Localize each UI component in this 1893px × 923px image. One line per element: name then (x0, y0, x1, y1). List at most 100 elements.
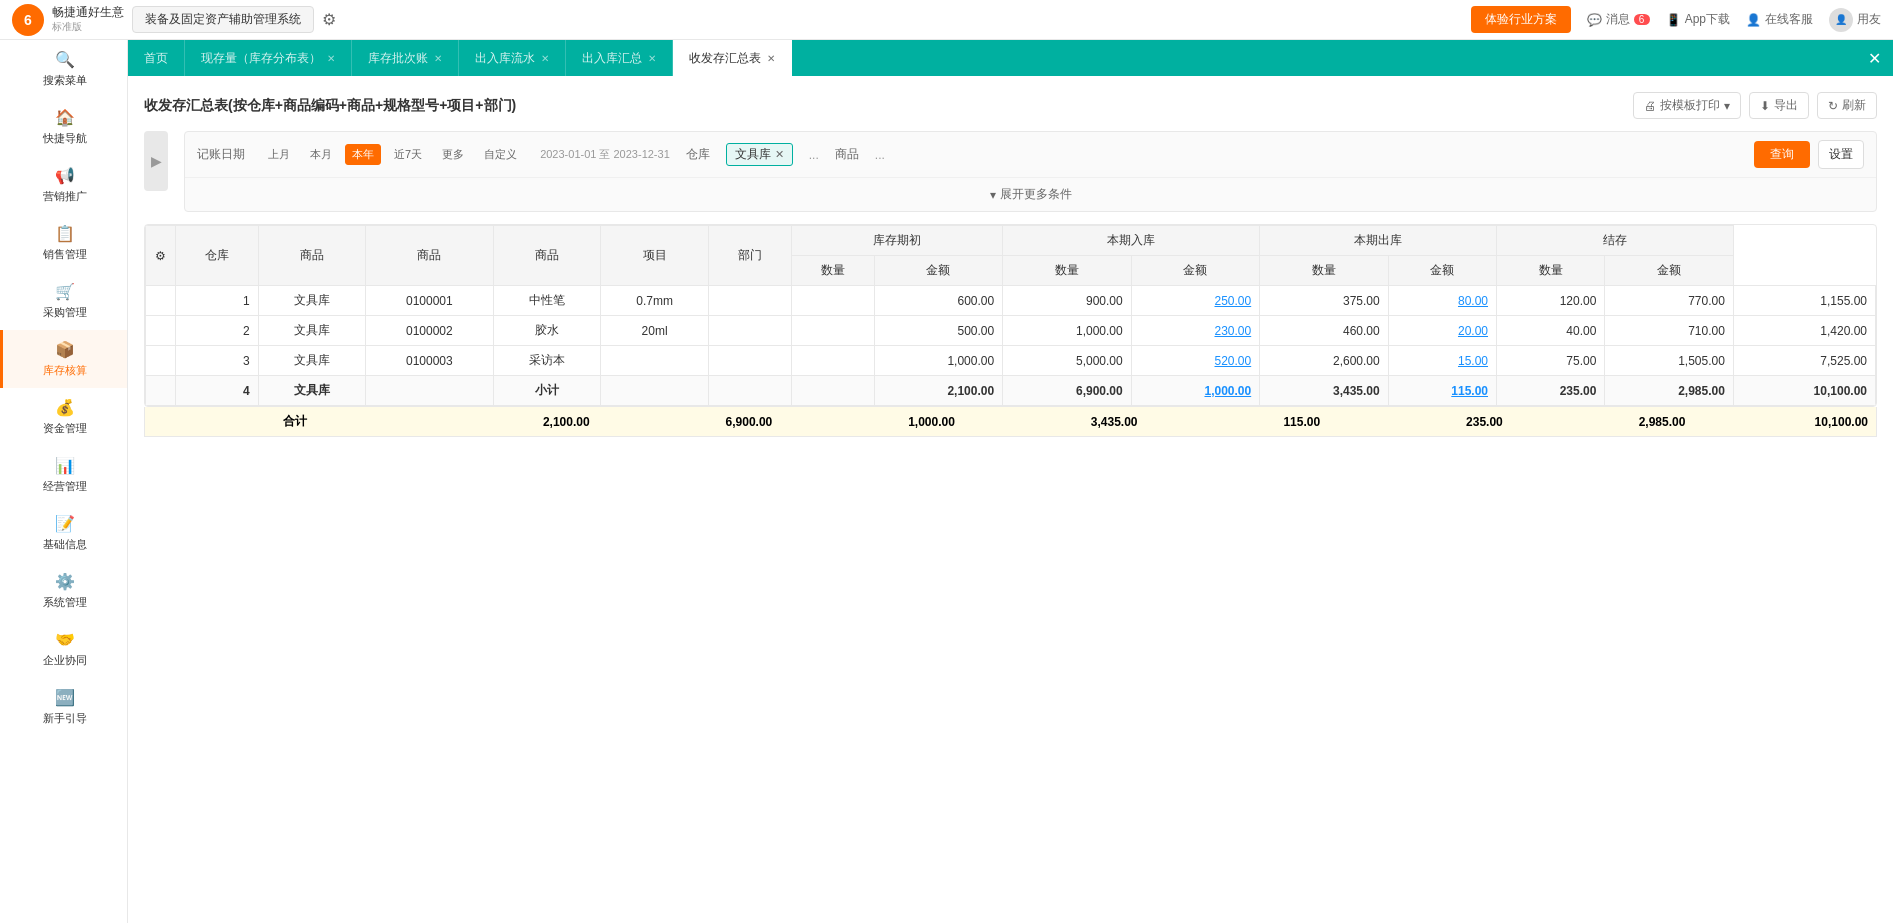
message-button[interactable]: 💬 消息 6 (1587, 11, 1650, 28)
tab-close-inout-summary[interactable]: ✕ (648, 53, 656, 64)
date-custom[interactable]: 自定义 (477, 144, 524, 165)
expand-filter-button[interactable]: ▾ 展开更多条件 (982, 182, 1080, 207)
row-warehouse: 文具库 (258, 286, 365, 316)
user-button[interactable]: 👤 用友 (1829, 8, 1881, 32)
inventory-icon: 📦 (55, 340, 75, 359)
warehouse-filter-label: 仓库 (686, 146, 710, 163)
settings-icon[interactable]: ⚙ (322, 10, 336, 29)
tab-bar-close-button[interactable]: ✕ (1856, 49, 1893, 68)
home-icon: 🏠 (55, 108, 75, 127)
date-filter-label: 记账日期 (197, 146, 245, 163)
refresh-button[interactable]: ↻ 刷新 (1817, 92, 1877, 119)
sidebar-item-guide[interactable]: 🆕 新手引导 (0, 678, 127, 736)
row-out-qty[interactable]: 15.00 (1388, 346, 1496, 376)
tab-home[interactable]: 首页 (128, 40, 185, 76)
sidebar-item-inventory[interactable]: 📦 库存核算 (0, 330, 127, 388)
footer-out-amt: 235.00 (1328, 415, 1511, 429)
tab-inout-flow[interactable]: 出入库流水 ✕ (459, 40, 566, 76)
warehouse-tag[interactable]: 文具库 ✕ (726, 143, 793, 166)
date-this-year[interactable]: 本年 (345, 144, 381, 165)
sidebar-item-cooperation[interactable]: 🤝 企业协同 (0, 620, 127, 678)
th-close-qty: 数量 (1497, 256, 1605, 286)
sidebar-item-basic[interactable]: 📝 基础信息 (0, 504, 127, 562)
row-in-qty[interactable]: 520.00 (1131, 346, 1260, 376)
warehouse-more[interactable]: ... (809, 148, 819, 162)
row-in-qty[interactable]: 250.00 (1131, 286, 1260, 316)
row-settings (146, 286, 176, 316)
marketing-icon: 📢 (55, 166, 75, 185)
row-dept (791, 346, 874, 376)
goods-more[interactable]: ... (875, 148, 885, 162)
row-project (709, 286, 792, 316)
service-icon: 👤 (1746, 13, 1761, 27)
row-dept (791, 376, 874, 406)
sidebar-item-search[interactable]: 🔍 搜索菜单 (0, 40, 127, 98)
page-title: 收发存汇总表(按仓库+商品编码+商品+规格型号+项目+部门) (144, 97, 516, 115)
tab-close-recv-send[interactable]: ✕ (767, 53, 775, 64)
print-button[interactable]: 🖨 按模板打印 ▾ (1633, 92, 1741, 119)
row-name: 小计 (494, 376, 601, 406)
row-code: 0100001 (365, 286, 494, 316)
sidebar-item-system[interactable]: ⚙️ 系统管理 (0, 562, 127, 620)
th-out-amt: 金额 (1388, 256, 1496, 286)
th-opening-qty: 数量 (791, 256, 874, 286)
sidebar-item-sales[interactable]: 📋 销售管理 (0, 214, 127, 272)
tab-inout-summary[interactable]: 出入库汇总 ✕ (566, 40, 673, 76)
online-service-button[interactable]: 👤 在线客服 (1746, 11, 1813, 28)
row-out-qty: 115.00 (1388, 376, 1496, 406)
trial-button[interactable]: 体验行业方案 (1471, 6, 1571, 33)
sidebar-item-purchase[interactable]: 🛒 采购管理 (0, 272, 127, 330)
system-name: 装备及固定资产辅助管理系统 (132, 6, 314, 33)
date-7days[interactable]: 近7天 (387, 144, 429, 165)
tab-batch-ledger[interactable]: 库存批次账 ✕ (352, 40, 459, 76)
search-icon: 🔍 (55, 50, 75, 69)
date-this-month[interactable]: 本月 (303, 144, 339, 165)
footer-in-qty: 1,000.00 (780, 415, 963, 429)
tab-inventory-dist[interactable]: 现存量（库存分布表） ✕ (185, 40, 352, 76)
row-out-amt: 40.00 (1497, 316, 1605, 346)
sidebar-item-quick[interactable]: 🏠 快捷导航 (0, 98, 127, 156)
tab-close-inventory-dist[interactable]: ✕ (327, 53, 335, 64)
footer-label: 合计 (175, 413, 415, 430)
page-actions: 🖨 按模板打印 ▾ ⬇ 导出 ↻ 刷新 (1633, 92, 1877, 119)
row-no: 3 (176, 346, 259, 376)
warehouse-tag-close[interactable]: ✕ (775, 148, 784, 161)
table-footer: 合计 2,100.00 6,900.00 1,000.00 3,435.00 1… (144, 407, 1877, 437)
sidebar-item-finance[interactable]: 💰 资金管理 (0, 388, 127, 446)
row-opening-qty: 1,000.00 (874, 346, 1003, 376)
export-button[interactable]: ⬇ 导出 (1749, 92, 1809, 119)
th-project: 项目 (600, 226, 708, 286)
row-out-qty[interactable]: 20.00 (1388, 316, 1496, 346)
row-name: 胶水 (494, 316, 601, 346)
row-in-amt: 460.00 (1260, 316, 1389, 346)
date-last-month[interactable]: 上月 (261, 144, 297, 165)
tab-recv-send-summary[interactable]: 收发存汇总表 ✕ (673, 40, 792, 76)
app-download-button[interactable]: 📱 App下载 (1666, 11, 1730, 28)
sidebar-item-marketing[interactable]: 📢 营销推广 (0, 156, 127, 214)
filter-toggle-button[interactable]: ▶ (144, 131, 168, 191)
row-spec (600, 376, 708, 406)
row-code: 0100003 (365, 346, 494, 376)
query-button[interactable]: 查询 (1754, 141, 1810, 168)
page-content: 收发存汇总表(按仓库+商品编码+商品+规格型号+项目+部门) 🖨 按模板打印 ▾… (128, 76, 1893, 923)
cooperation-icon: 🤝 (55, 630, 75, 649)
row-out-qty[interactable]: 80.00 (1388, 286, 1496, 316)
row-opening-amt: 5,000.00 (1003, 346, 1132, 376)
date-more[interactable]: 更多 (435, 144, 471, 165)
row-close-qty: 1,505.00 (1605, 346, 1734, 376)
row-settings (146, 346, 176, 376)
th-goods-name: 商品 (365, 226, 494, 286)
message-badge: 6 (1634, 14, 1650, 25)
th-warehouse: 仓库 (176, 226, 259, 286)
tab-close-batch-ledger[interactable]: ✕ (434, 53, 442, 64)
row-in-qty[interactable]: 230.00 (1131, 316, 1260, 346)
table-settings-header[interactable]: ⚙ (146, 226, 176, 286)
tab-close-inout-flow[interactable]: ✕ (541, 53, 549, 64)
row-in-qty: 1,000.00 (1131, 376, 1260, 406)
sidebar-item-operation[interactable]: 📊 经营管理 (0, 446, 127, 504)
guide-icon: 🆕 (55, 688, 75, 707)
download-icon: 📱 (1666, 13, 1681, 27)
row-code: 0100002 (365, 316, 494, 346)
footer-opening-amt: 6,900.00 (598, 415, 781, 429)
filter-settings-button[interactable]: 设置 (1818, 140, 1864, 169)
